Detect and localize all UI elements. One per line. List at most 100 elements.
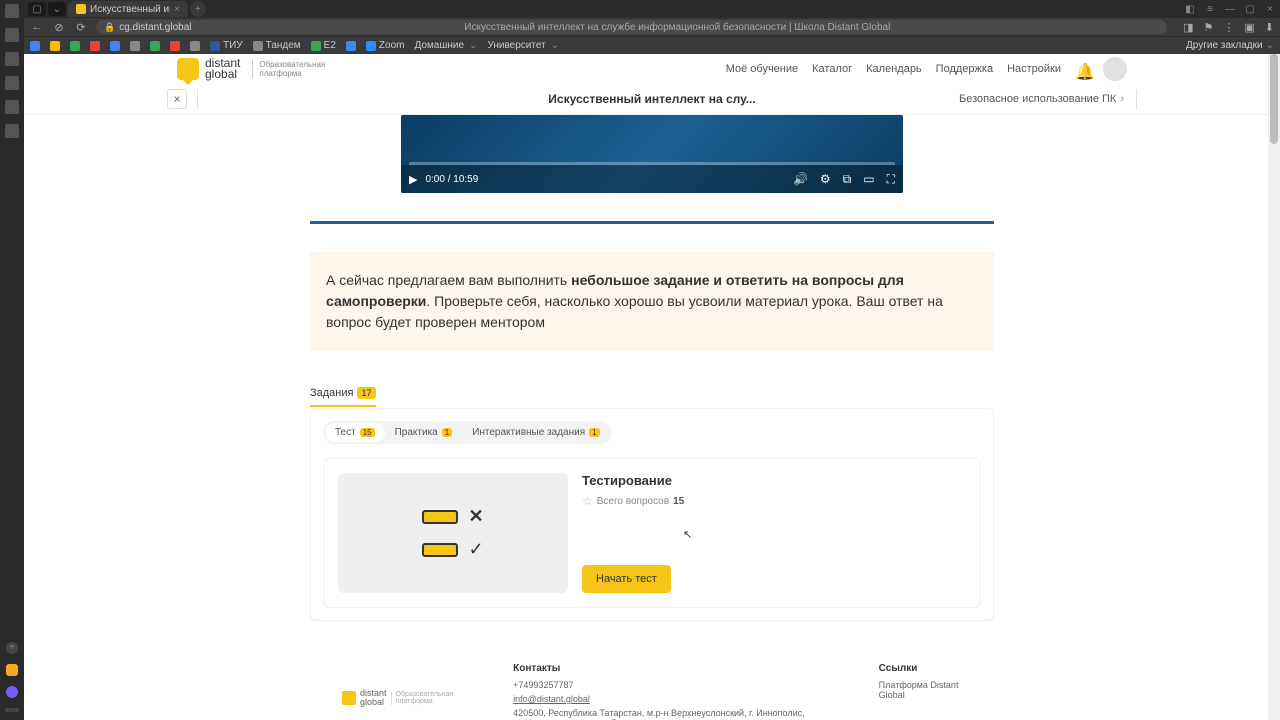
- bookmark-item[interactable]: [30, 41, 40, 51]
- fullscreen-icon[interactable]: ⛶: [887, 172, 895, 187]
- test-card: ✕ ✓ Тестирование ☆ Всего вопросов 15: [323, 458, 981, 608]
- window-dock-icon[interactable]: ◧: [1180, 0, 1200, 18]
- tab-list-button[interactable]: ▢: [28, 2, 46, 16]
- tab-close-icon[interactable]: ×: [174, 4, 180, 15]
- site-header: distant global Образовательная платформа…: [157, 54, 1147, 84]
- nav-calendar[interactable]: Календарь: [866, 63, 922, 75]
- scrollbar-thumb[interactable]: [1270, 54, 1278, 144]
- footer-contacts: Контакты +74993257787 info@distant.globa…: [513, 663, 819, 720]
- bookmark-item[interactable]: Zoom: [366, 40, 405, 51]
- bookmark-icon[interactable]: ⚑: [1204, 21, 1214, 34]
- window-minimize-icon[interactable]: —: [1220, 0, 1240, 18]
- os-app-icon[interactable]: [5, 28, 19, 42]
- start-test-button[interactable]: Начать тест: [582, 565, 671, 593]
- back-button[interactable]: ←: [30, 21, 44, 33]
- logo-subtitle: Образовательная платформа: [252, 60, 325, 78]
- footer-email[interactable]: info@distant.global: [513, 694, 819, 704]
- os-app-icon[interactable]: [5, 100, 19, 114]
- volume-icon[interactable]: 🔊: [793, 172, 808, 187]
- pill-practice[interactable]: Практика 1: [385, 423, 463, 442]
- footer-address: 420500, Республика Татарстан, м.р-н Верх…: [513, 708, 819, 720]
- tab-tasks[interactable]: Задания 17: [310, 381, 376, 407]
- os-app-icon[interactable]: [5, 52, 19, 66]
- new-tab-button[interactable]: +: [190, 1, 206, 17]
- os-app-icon[interactable]: [5, 124, 19, 138]
- scrollbar[interactable]: [1268, 54, 1280, 720]
- extensions-icon[interactable]: ▣: [1244, 21, 1254, 34]
- nav-settings[interactable]: Настройки: [1007, 63, 1061, 75]
- translate-icon[interactable]: ◨: [1183, 21, 1193, 34]
- footer-phone[interactable]: +74993257787: [513, 680, 819, 690]
- user-avatar[interactable]: [1103, 57, 1127, 81]
- site-logo[interactable]: distant global Образовательная платформа: [177, 58, 325, 80]
- bookmark-folder[interactable]: Домашние⌄: [414, 40, 477, 51]
- pip-icon[interactable]: ⧉: [843, 172, 852, 187]
- downloads-icon[interactable]: ⬇: [1265, 21, 1274, 34]
- window-maximize-icon[interactable]: ▢: [1240, 0, 1260, 18]
- window-menu-icon[interactable]: ≡: [1200, 0, 1220, 18]
- pill-count: 1: [442, 428, 452, 437]
- check-icon: ✓: [468, 539, 483, 560]
- bookmark-item[interactable]: Е2: [311, 40, 336, 51]
- bookmark-item[interactable]: Тандем: [253, 40, 301, 51]
- stop-button[interactable]: ⊘: [52, 21, 66, 34]
- bookmark-item[interactable]: [190, 41, 200, 51]
- browser-tab[interactable]: Искусственный инте... ×: [68, 1, 188, 17]
- os-clock-icon[interactable]: [5, 4, 19, 18]
- bookmark-item[interactable]: [130, 41, 140, 51]
- os-add-icon[interactable]: +: [6, 642, 18, 654]
- footer-logo[interactable]: distant global Образовательная платформа: [342, 663, 453, 720]
- notifications-icon[interactable]: 🔔: [1075, 62, 1089, 76]
- bookmark-item[interactable]: [150, 41, 160, 51]
- bookmark-folder[interactable]: Университет⌄: [487, 40, 559, 51]
- chevron-right-icon: ›: [1120, 93, 1124, 105]
- os-more-icon[interactable]: [5, 708, 19, 712]
- video-player[interactable]: ▶ 0:00 / 10:59 🔊 ⚙ ⧉ ▭ ⛶: [401, 115, 903, 193]
- logo-text: distant global: [360, 689, 387, 707]
- next-lesson-link[interactable]: Безопасное использование ПК ›: [959, 93, 1124, 105]
- pill-label: Интерактивные задания: [472, 427, 585, 438]
- close-lesson-button[interactable]: ×: [167, 89, 187, 109]
- pill-test[interactable]: Тест 15: [325, 423, 385, 442]
- test-info: Тестирование ☆ Всего вопросов 15 Начать …: [582, 473, 966, 593]
- tab-dropdown-button[interactable]: ⌄: [48, 2, 66, 16]
- test-meta-label: Всего вопросов: [597, 496, 669, 507]
- bookmark-item[interactable]: [70, 41, 80, 51]
- settings-icon[interactable]: ⚙: [820, 172, 831, 187]
- os-app-icon[interactable]: [5, 76, 19, 90]
- nav-my-learning[interactable]: Моё обучение: [726, 63, 798, 75]
- bookmark-item[interactable]: [50, 41, 60, 51]
- os-sidebar: +: [0, 0, 24, 720]
- bookmark-item[interactable]: [346, 41, 356, 51]
- contacts-heading: Контакты: [513, 663, 819, 674]
- favicon-icon: [76, 4, 86, 14]
- main-nav: Моё обучение Каталог Календарь Поддержка…: [726, 57, 1127, 81]
- bookmark-item[interactable]: [90, 41, 100, 51]
- page-title-text: Искусственный интеллект на службе информ…: [464, 22, 890, 33]
- other-bookmarks[interactable]: Другие закладки⌄: [1186, 40, 1274, 51]
- logo-icon: [177, 58, 199, 80]
- x-icon: ✕: [468, 506, 483, 527]
- nav-catalog[interactable]: Каталог: [812, 63, 852, 75]
- reload-button[interactable]: ⟳: [74, 21, 88, 34]
- video-controls: ▶ 0:00 / 10:59 🔊 ⚙ ⧉ ▭ ⛶: [401, 165, 903, 193]
- bookmark-item[interactable]: ТИУ: [210, 40, 243, 51]
- menu-icon[interactable]: ⋮: [1223, 21, 1234, 34]
- test-meta: ☆ Всего вопросов 15: [582, 494, 966, 508]
- url-input[interactable]: 🔒 cg.distant.global Искусственный интелл…: [96, 20, 1167, 34]
- footer-platform-link[interactable]: Платформа Distant Global: [879, 680, 962, 700]
- logo-subtitle: Образовательная платформа: [391, 691, 454, 705]
- test-thumbnail: ✕ ✓: [338, 473, 568, 593]
- theater-icon[interactable]: ▭: [863, 172, 874, 187]
- window-close-icon[interactable]: ×: [1260, 0, 1280, 18]
- divider: [1136, 89, 1137, 109]
- nav-support[interactable]: Поддержка: [936, 63, 993, 75]
- tasks-count-badge: 17: [357, 387, 375, 399]
- bookmark-item[interactable]: [110, 41, 120, 51]
- play-button[interactable]: ▶: [409, 173, 417, 186]
- lesson-subheader: × Искусственный интеллект на слу... Безо…: [157, 84, 1147, 114]
- bookmark-item[interactable]: [170, 41, 180, 51]
- pill-interactive[interactable]: Интерактивные задания 1: [462, 423, 609, 442]
- os-app-icon[interactable]: [6, 686, 18, 698]
- os-app-icon[interactable]: [6, 664, 18, 676]
